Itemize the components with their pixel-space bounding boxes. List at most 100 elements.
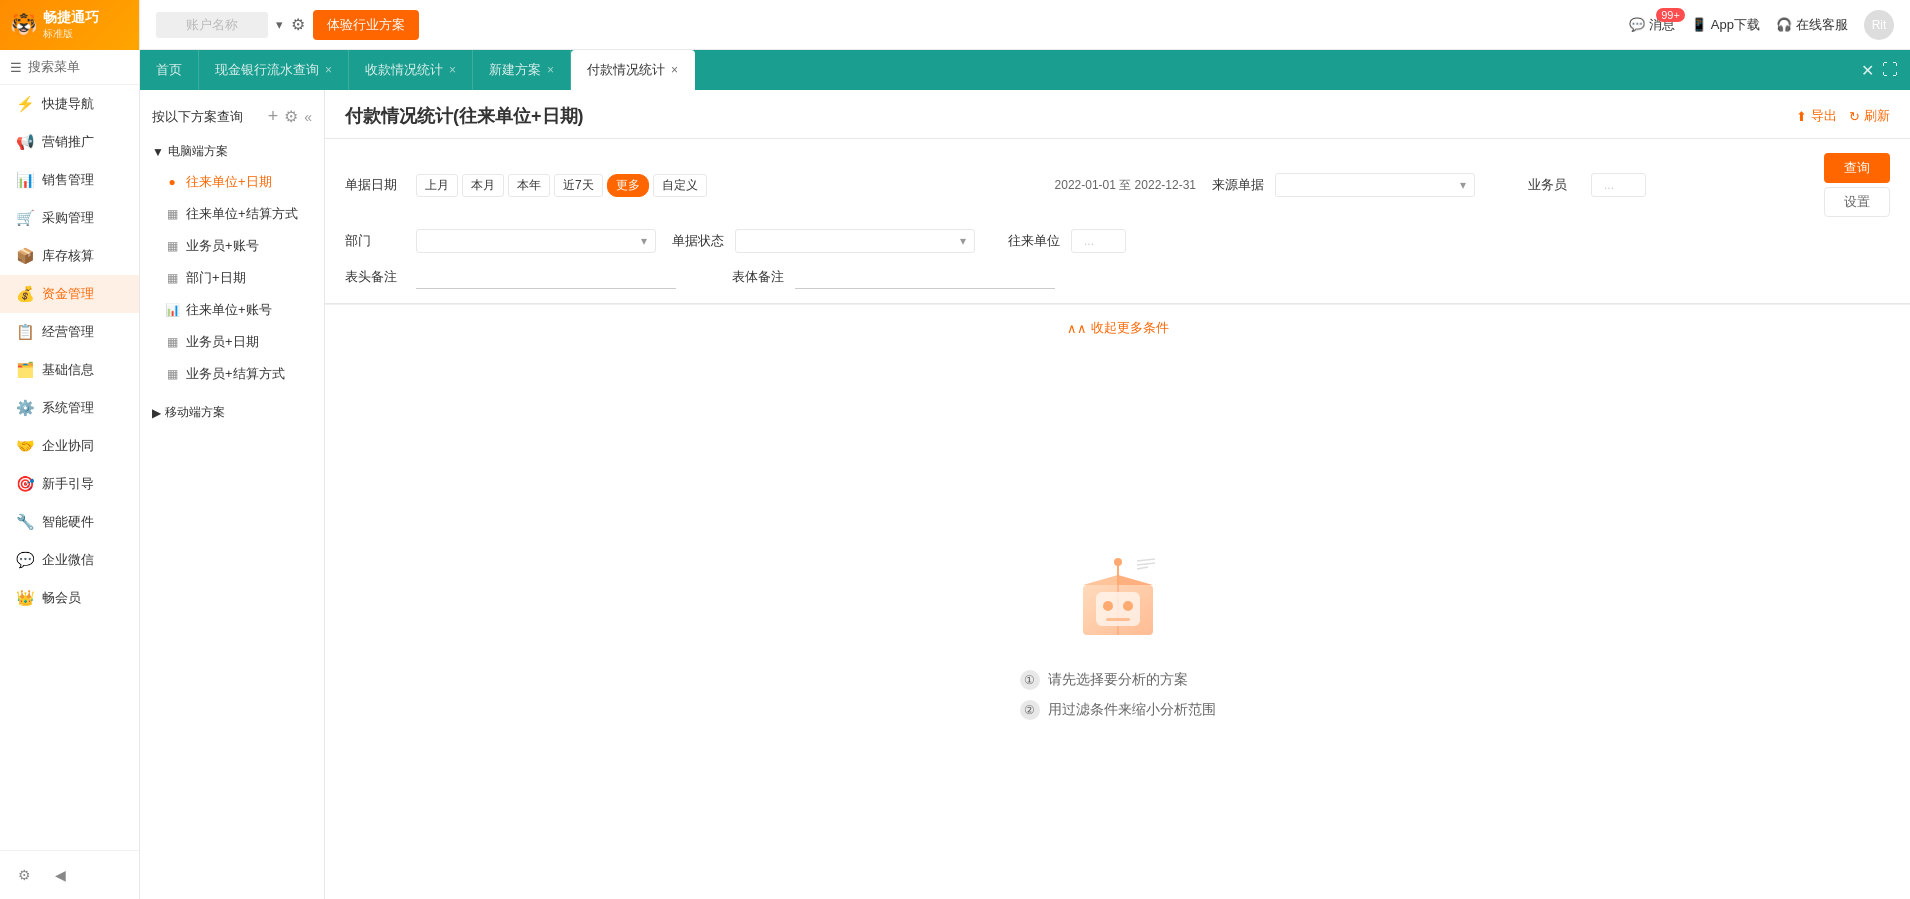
table-body-note-input[interactable] [795, 265, 1055, 289]
query-btn[interactable]: 查询 [1824, 153, 1890, 183]
basic-info-icon: 🗂️ [16, 361, 34, 379]
sidebar-item-enterprise[interactable]: 🤝 企业协同 [0, 427, 139, 465]
messages-btn[interactable]: 💬 消息 99+ [1629, 16, 1675, 34]
tip-2-text: 用过滤条件来缩小分析范围 [1048, 701, 1216, 719]
pc-section-title[interactable]: ▼ 电脑端方案 [140, 137, 324, 166]
right-content: 付款情况统计(往来单位+日期) ⬆ 导出 ↻ 刷新 单据日期 [325, 90, 1910, 899]
sidebar-item-label: 企业协同 [42, 437, 94, 455]
salesman-input[interactable]: ... [1591, 173, 1646, 197]
sidebar-item-marketing[interactable]: 📢 营销推广 [0, 123, 139, 161]
scheme-salesman-account[interactable]: ▦ 业务员+账号 [140, 230, 324, 262]
sidebar-item-vip[interactable]: 👑 畅会员 [0, 579, 139, 617]
tab-bank-flow[interactable]: 现金银行流水查询 × [199, 50, 349, 90]
sidebar-item-guide[interactable]: 🎯 新手引导 [0, 465, 139, 503]
date-range: 2022-01-01 至 2022-12-31 [1055, 177, 1196, 194]
tab-new-scheme-close[interactable]: × [547, 63, 554, 77]
doc-status-select[interactable]: ▾ [735, 229, 975, 253]
svg-point-6 [1123, 601, 1133, 611]
scheme-settings-btn[interactable]: ⚙ [284, 107, 298, 126]
date-7days[interactable]: 近7天 [554, 174, 603, 197]
scheme-salesman-settlement[interactable]: ▦ 业务员+结算方式 [140, 358, 324, 390]
source-doc-label: 来源单据 [1212, 176, 1267, 194]
search-menu[interactable]: ☰ 搜索菜单 [0, 50, 139, 85]
collapse-row: ∧∧ 收起更多条件 [325, 304, 1910, 351]
tab-home[interactable]: 首页 [140, 50, 199, 90]
sidebar-item-label: 系统管理 [42, 399, 94, 417]
mobile-scheme-section: ▶ 移动端方案 [140, 394, 324, 431]
date-more-btn[interactable]: 更多 [607, 174, 649, 197]
tab-right-actions: ✕ ⛶ [1861, 61, 1910, 80]
app-download-btn[interactable]: 📱 App下载 [1691, 16, 1760, 34]
tab-new-scheme[interactable]: 新建方案 × [473, 50, 571, 90]
pc-scheme-section: ▼ 电脑端方案 ● 往来单位+日期 ▦ 往来单位+结算方式 ▦ 业务员+账号 [140, 133, 324, 394]
scheme-dept-date[interactable]: ▦ 部门+日期 [140, 262, 324, 294]
left-panel-actions: + ⚙ « [268, 106, 312, 127]
mobile-section-label: 移动端方案 [165, 404, 225, 421]
date-custom-btn[interactable]: 自定义 [653, 174, 707, 197]
tab-collection-stats[interactable]: 收款情况统计 × [349, 50, 473, 90]
sidebar-item-basic-info[interactable]: 🗂️ 基础信息 [0, 351, 139, 389]
sidebar-item-label: 营销推广 [42, 133, 94, 151]
source-doc-select[interactable]: ▾ [1275, 173, 1475, 197]
sidebar-settings-btn[interactable]: ⚙ [10, 861, 38, 889]
header-settings-icon[interactable]: ⚙ [291, 15, 305, 34]
app-icon: 📱 [1691, 17, 1707, 32]
sidebar-item-hardware[interactable]: 🔧 智能硬件 [0, 503, 139, 541]
avatar[interactable]: Rit [1864, 10, 1894, 40]
date-buttons: 上月 本月 本年 近7天 更多 自定义 [416, 174, 707, 197]
tip-1-text: 请先选择要分析的方案 [1048, 671, 1188, 689]
collapse-conditions-btn[interactable]: ∧∧ 收起更多条件 [1067, 313, 1169, 343]
sidebar-item-wechat[interactable]: 💬 企业微信 [0, 541, 139, 579]
account-dropdown-icon[interactable]: ▾ [276, 17, 283, 32]
search-icon: ☰ [10, 60, 22, 75]
scheme-partner-settlement[interactable]: ▦ 往来单位+结算方式 [140, 198, 324, 230]
tab-collection-close[interactable]: × [449, 63, 456, 77]
expand-btn[interactable]: ⛶ [1882, 61, 1898, 79]
filter-settings-btn[interactable]: 设置 [1824, 187, 1890, 217]
dept-select[interactable]: ▾ [416, 229, 656, 253]
sidebar-item-label: 快捷导航 [42, 95, 94, 113]
sidebar-item-inventory[interactable]: 📦 库存核算 [0, 237, 139, 275]
svg-rect-7 [1106, 618, 1130, 621]
scheme-partner-date[interactable]: ● 往来单位+日期 [140, 166, 324, 198]
partner-input[interactable]: ... [1071, 229, 1126, 253]
online-service-btn[interactable]: 🎧 在线客服 [1776, 16, 1848, 34]
sidebar-collapse-btn[interactable]: ◀ [46, 861, 74, 889]
left-panel-header: 按以下方案查询 + ⚙ « [140, 100, 324, 133]
export-btn[interactable]: ⬆ 导出 [1796, 107, 1837, 125]
messages-badge: 99+ [1656, 8, 1685, 22]
left-panel: 按以下方案查询 + ⚙ « ▼ 电脑端方案 ● 往来单位+日期 [140, 90, 325, 899]
panel-collapse-btn[interactable]: « [304, 109, 312, 125]
tab-payment-close[interactable]: × [671, 63, 678, 77]
scheme-partner-account[interactable]: 📊 往来单位+账号 [140, 294, 324, 326]
trial-btn[interactable]: 体验行业方案 [313, 10, 419, 40]
header-right: 💬 消息 99+ 📱 App下载 🎧 在线客服 Rit [1629, 10, 1894, 40]
sidebar-item-finance[interactable]: 💰 资金管理 [0, 275, 139, 313]
content-area: 按以下方案查询 + ⚙ « ▼ 电脑端方案 ● 往来单位+日期 [140, 90, 1910, 899]
sidebar-item-sales[interactable]: 📊 销售管理 [0, 161, 139, 199]
tab-payment-stats[interactable]: 付款情况统计 × [571, 50, 695, 90]
scheme-salesman-date[interactable]: ▦ 业务员+日期 [140, 326, 324, 358]
date-last-month[interactable]: 上月 [416, 174, 458, 197]
salesman-account-icon: ▦ [164, 238, 180, 254]
date-this-month[interactable]: 本月 [462, 174, 504, 197]
export-icon: ⬆ [1796, 109, 1807, 124]
close-all-btn[interactable]: ✕ [1861, 61, 1874, 80]
tab-bank-flow-close[interactable]: × [325, 63, 332, 77]
add-scheme-btn[interactable]: + [268, 106, 279, 127]
sidebar-item-system[interactable]: ⚙️ 系统管理 [0, 389, 139, 427]
date-this-year[interactable]: 本年 [508, 174, 550, 197]
vip-icon: 👑 [16, 589, 34, 607]
sidebar-item-purchase[interactable]: 🛒 采购管理 [0, 199, 139, 237]
salesman-account-label: 业务员+账号 [186, 237, 259, 255]
operation-icon: 📋 [16, 323, 34, 341]
partner-account-icon: 📊 [164, 302, 180, 318]
sidebar-item-quick-nav[interactable]: ⚡ 快捷导航 [0, 85, 139, 123]
sidebar-item-label: 采购管理 [42, 209, 94, 227]
table-header-note-input[interactable] [416, 265, 676, 289]
mobile-section-title[interactable]: ▶ 移动端方案 [140, 398, 324, 427]
sidebar-item-operation[interactable]: 📋 经营管理 [0, 313, 139, 351]
refresh-btn[interactable]: ↻ 刷新 [1849, 107, 1890, 125]
top-header: 账户名称 ▾ ⚙ 体验行业方案 💬 消息 99+ 📱 App下载 🎧 在线客服 … [140, 0, 1910, 50]
table-header-note-label: 表头备注 [345, 268, 400, 286]
